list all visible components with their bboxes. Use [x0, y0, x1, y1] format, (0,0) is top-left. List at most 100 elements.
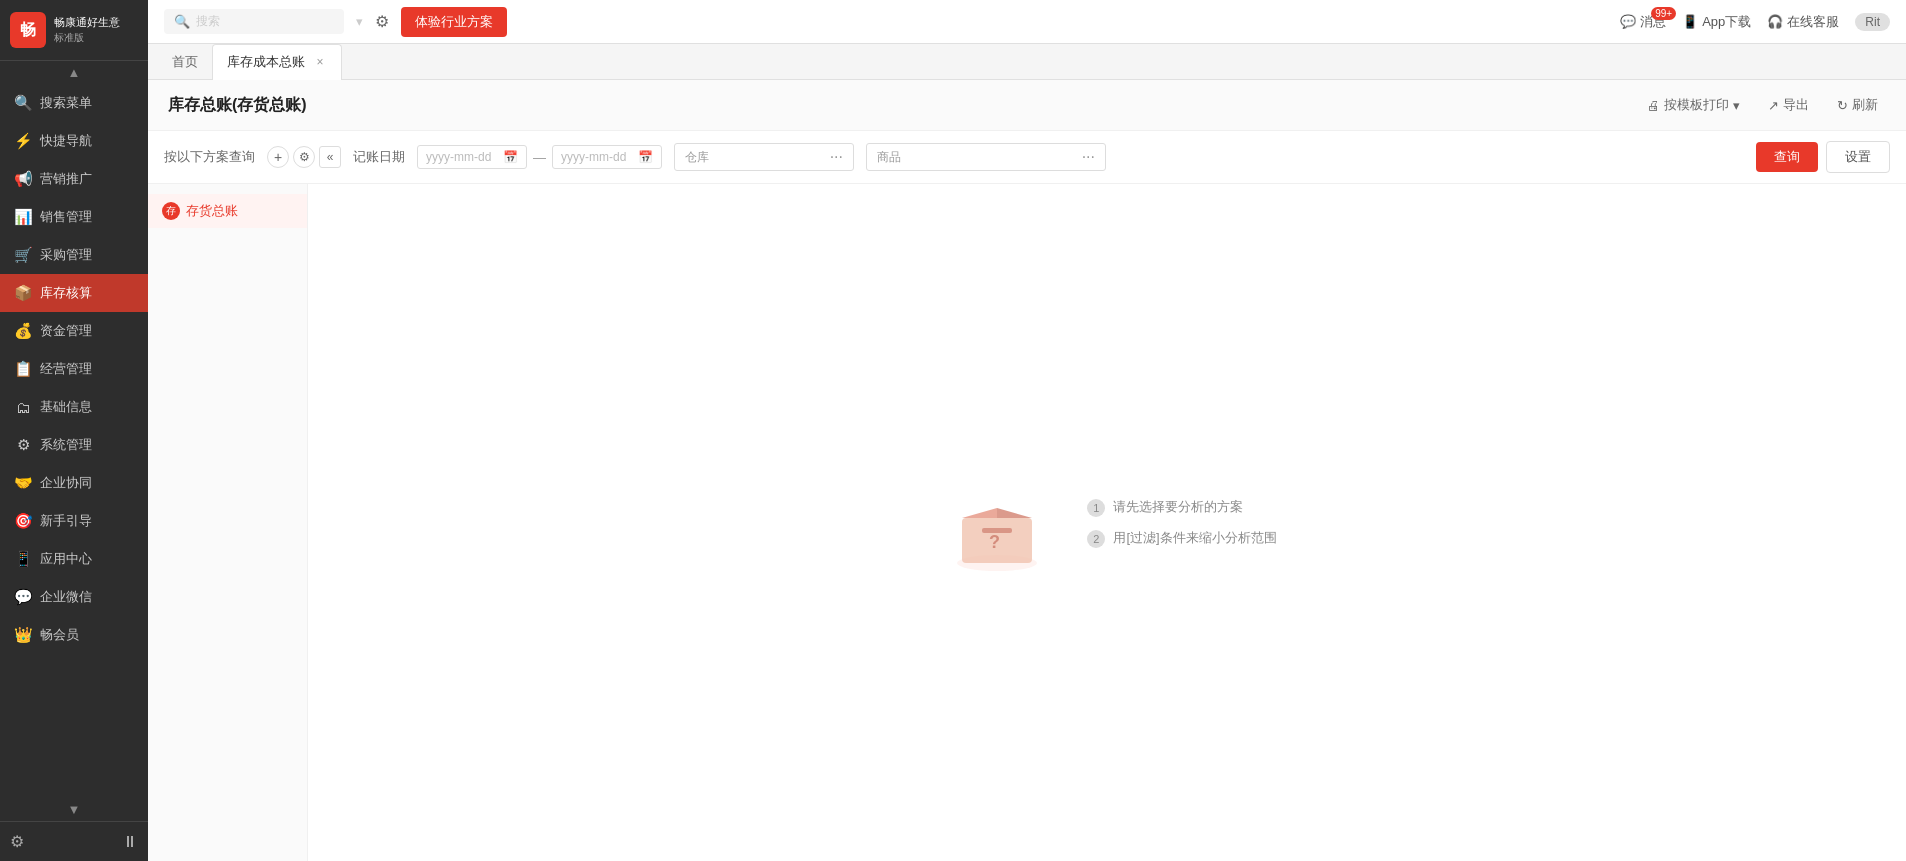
sidebar-item-system[interactable]: ⚙ 系统管理 — [0, 426, 148, 464]
sidebar-item-cooperation[interactable]: 🤝 企业协同 — [0, 464, 148, 502]
sidebar-item-sales[interactable]: 📊 销售管理 — [0, 198, 148, 236]
product-filter[interactable]: 商品 ··· — [866, 143, 1106, 171]
marketing-icon: 📢 — [14, 170, 32, 188]
sidebar-item-basic-info[interactable]: 🗂 基础信息 — [0, 388, 148, 426]
support-label: 在线客服 — [1787, 13, 1839, 31]
sidebar-item-finance[interactable]: 💰 资金管理 — [0, 312, 148, 350]
tab-inventory-cost-label: 库存成本总账 — [227, 53, 305, 71]
empty-tips: 1 请先选择要分析的方案 2 用[过滤]条件来缩小分析范围 — [1087, 498, 1276, 548]
logo-icon: 畅 — [10, 12, 46, 48]
sidebar-item-label: 新手引导 — [40, 512, 92, 530]
calendar-start-icon[interactable]: 📅 — [503, 150, 518, 164]
filter-collapse-btn[interactable]: « — [319, 146, 341, 168]
sidebar-item-label: 基础信息 — [40, 398, 92, 416]
print-label: 按模板打印 — [1664, 96, 1729, 114]
sidebar-item-member[interactable]: 👑 畅会员 — [0, 616, 148, 654]
basic-info-icon: 🗂 — [14, 398, 32, 416]
sidebar-item-inventory[interactable]: 📦 库存核算 — [0, 274, 148, 312]
sidebar-item-quick-nav[interactable]: ⚡ 快捷导航 — [0, 122, 148, 160]
page-title: 库存总账(存货总账) — [168, 95, 307, 116]
tabbar: 首页 库存成本总账 × — [148, 44, 1906, 80]
sidebar-item-purchase[interactable]: 🛒 采购管理 — [0, 236, 148, 274]
sidebar-bottom: ⚙ ⏸ — [0, 821, 148, 861]
settings-btn[interactable]: 设置 — [1826, 141, 1890, 173]
date-end-input[interactable]: yyyy-mm-dd 📅 — [552, 145, 662, 169]
search-icon: 🔍 — [14, 94, 32, 112]
sidebar-item-wechat[interactable]: 💬 企业微信 — [0, 578, 148, 616]
sidebar-item-label: 畅会员 — [40, 626, 79, 644]
sidebar-item-label: 库存核算 — [40, 284, 92, 302]
sidebar-item-search[interactable]: 🔍 搜索菜单 — [0, 84, 148, 122]
app-download-label: App下载 — [1702, 13, 1751, 31]
calendar-end-icon[interactable]: 📅 — [638, 150, 653, 164]
sidebar: 畅 畅康通好生意 标准版 ▲ 🔍 搜索菜单 ⚡ 快捷导航 📢 营销推广 📊 销售… — [0, 0, 148, 861]
topbar-gear-icon[interactable]: ⚙ — [375, 12, 389, 31]
warehouse-label: 仓库 — [685, 149, 709, 166]
scheme-panel: 存 存货总账 — [148, 184, 1906, 861]
scheme-sidebar: 存 存货总账 — [148, 184, 308, 861]
date-start-input[interactable]: yyyy-mm-dd 📅 — [417, 145, 527, 169]
export-btn[interactable]: ↗ 导出 — [1760, 92, 1817, 118]
user-avatar[interactable]: Rit — [1855, 13, 1890, 31]
sidebar-item-label: 采购管理 — [40, 246, 92, 264]
logo-title: 畅康通好生意 — [54, 15, 120, 30]
message-btn[interactable]: 💬 消息 99+ — [1620, 13, 1666, 31]
print-btn[interactable]: 🖨 按模板打印 ▾ — [1639, 92, 1748, 118]
sidebar-item-marketing[interactable]: 📢 营销推广 — [0, 160, 148, 198]
sidebar-item-operation[interactable]: 📋 经营管理 — [0, 350, 148, 388]
topbar-search[interactable]: 🔍 搜索 — [164, 9, 344, 34]
industry-btn[interactable]: 体验行业方案 — [401, 7, 507, 37]
sidebar-item-label: 企业协同 — [40, 474, 92, 492]
tab-inventory-cost[interactable]: 库存成本总账 × — [212, 44, 342, 80]
date-end-placeholder: yyyy-mm-dd — [561, 150, 626, 164]
sidebar-scroll-up[interactable]: ▲ — [0, 61, 148, 84]
wechat-icon: 💬 — [14, 588, 32, 606]
scheme-item-inventory[interactable]: 存 存货总账 — [148, 194, 307, 228]
purchase-icon: 🛒 — [14, 246, 32, 264]
refresh-btn[interactable]: ↻ 刷新 — [1829, 92, 1886, 118]
sidebar-item-app-center[interactable]: 📱 应用中心 — [0, 540, 148, 578]
sidebar-logo: 畅 畅康通好生意 标准版 — [0, 0, 148, 61]
sidebar-item-label: 营销推广 — [40, 170, 92, 188]
phone-icon: 📱 — [1682, 14, 1698, 29]
tab-close-icon[interactable]: × — [313, 55, 327, 69]
main-area: 🔍 搜索 ▾ ⚙ 体验行业方案 💬 消息 99+ 📱 App下载 🎧 在线客服 … — [148, 0, 1906, 861]
warehouse-filter[interactable]: 仓库 ··· — [674, 143, 854, 171]
date-range: yyyy-mm-dd 📅 — yyyy-mm-dd 📅 — [417, 145, 662, 169]
online-support-btn[interactable]: 🎧 在线客服 — [1767, 13, 1839, 31]
sidebar-item-label: 搜索菜单 — [40, 94, 92, 112]
app-download-btn[interactable]: 📱 App下载 — [1682, 13, 1751, 31]
empty-tip-1: 1 请先选择要分析的方案 — [1087, 498, 1276, 517]
finance-icon: 💰 — [14, 322, 32, 340]
query-btn[interactable]: 查询 — [1756, 142, 1818, 172]
topbar-search-icon: 🔍 — [174, 14, 190, 29]
filter-actions: + ⚙ « — [267, 146, 341, 168]
filter-settings-btn[interactable]: ⚙ — [293, 146, 315, 168]
sidebar-item-guide[interactable]: 🎯 新手引导 — [0, 502, 148, 540]
logo-badge: 标准版 — [54, 31, 120, 45]
message-icon: 💬 — [1620, 14, 1636, 29]
date-separator: — — [533, 150, 546, 165]
svg-text:?: ? — [989, 532, 1000, 552]
print-icon: 🖨 — [1647, 98, 1660, 113]
data-area: ? 1 请先选择要分析的方案 2 用[过滤]条件来缩小分析范围 — [308, 184, 1906, 861]
print-dropdown-icon: ▾ — [1733, 98, 1740, 113]
logo-text: 畅康通好生意 标准版 — [54, 15, 120, 44]
export-label: 导出 — [1783, 96, 1809, 114]
topbar-actions: 💬 消息 99+ 📱 App下载 🎧 在线客服 Rit — [1620, 13, 1890, 31]
filter-add-btn[interactable]: + — [267, 146, 289, 168]
settings-bottom-icon[interactable]: ⚙ — [10, 832, 24, 851]
sidebar-scroll-down[interactable]: ▼ — [0, 798, 148, 821]
filter-btn-group: 查询 设置 — [1756, 141, 1890, 173]
tab-home[interactable]: 首页 — [158, 44, 212, 80]
empty-tip-2: 2 用[过滤]条件来缩小分析范围 — [1087, 529, 1276, 548]
support-icon: 🎧 — [1767, 14, 1783, 29]
product-label: 商品 — [877, 149, 901, 166]
system-icon: ⚙ — [14, 436, 32, 454]
topbar-search-placeholder: 搜索 — [196, 13, 220, 30]
date-label: 记账日期 — [353, 148, 405, 166]
collapse-icon[interactable]: ⏸ — [122, 833, 138, 851]
quick-nav-icon: ⚡ — [14, 132, 32, 150]
cooperation-icon: 🤝 — [14, 474, 32, 492]
operation-icon: 📋 — [14, 360, 32, 378]
